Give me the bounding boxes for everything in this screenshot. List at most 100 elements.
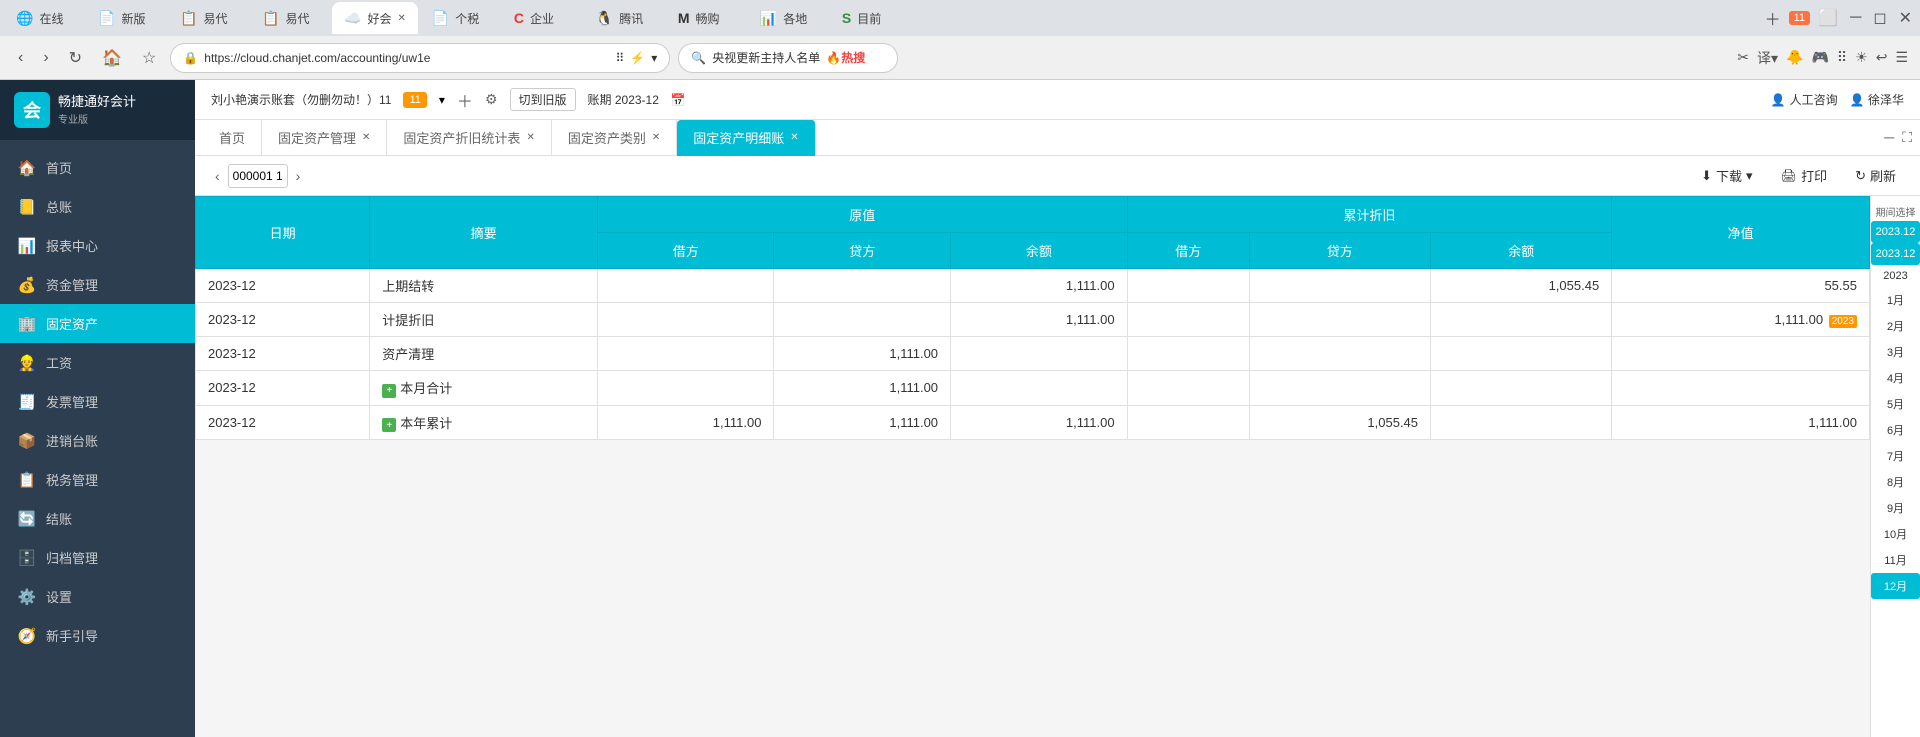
cell-accum-debit — [1127, 269, 1249, 303]
cell-orig-balance — [951, 371, 1128, 406]
bookmark-button[interactable]: ☆ — [136, 46, 162, 70]
forward-button[interactable]: › — [37, 47, 54, 69]
sidebar-item-closing[interactable]: 🔄 结账 — [0, 499, 195, 538]
apps-icon[interactable]: ⠿ — [1837, 49, 1847, 66]
browser-tab-tengxun[interactable]: 🐧 腾讯 — [584, 2, 664, 34]
table-row: 2023-12 计提折旧 1,111.00 1,111.00 2023 — [196, 303, 1870, 337]
reload-button[interactable]: ↻ — [63, 46, 88, 70]
search-bar[interactable]: 🔍 央视更新主持人名单 🔥热搜 — [678, 43, 898, 73]
page-number-input[interactable] — [228, 164, 288, 188]
sidebar-item-payroll[interactable]: 👷 工资 — [0, 343, 195, 382]
period-item-year[interactable]: 2023 — [1871, 265, 1920, 287]
browser-tab-gedi[interactable]: 📊 各地 — [748, 2, 828, 34]
browser-tab-yidai1[interactable]: 📋 易代 — [168, 2, 248, 34]
gamepad-icon[interactable]: 🎮 — [1811, 49, 1828, 66]
theme-icon[interactable]: ☀ — [1855, 49, 1868, 66]
print-button[interactable]: 🖨 打印 — [1773, 162, 1836, 189]
back-button[interactable]: ‹ — [12, 47, 29, 69]
period-item-8[interactable]: 8月 — [1871, 469, 1920, 495]
sidebar-item-home[interactable]: 🏠 首页 — [0, 148, 195, 187]
wallet-icon[interactable]: 🐥 — [1786, 49, 1803, 66]
period-item-9[interactable]: 9月 — [1871, 495, 1920, 521]
browser-tab-yidai2[interactable]: 📋 易代 — [250, 2, 330, 34]
period-item-5[interactable]: 5月 — [1871, 391, 1920, 417]
switch-version-button[interactable]: 切到旧版 — [510, 88, 576, 111]
calendar-icon[interactable]: 📅 — [671, 93, 686, 107]
settings-icon: ⚙️ — [18, 588, 36, 606]
maximize-window-button[interactable]: ◻ — [1869, 8, 1890, 28]
browser-tab-qiye[interactable]: C 企业 — [502, 2, 582, 34]
tab-close-asset-category[interactable]: ✕ — [652, 132, 660, 143]
logo-icon: 会 — [14, 92, 50, 128]
download-button[interactable]: ⬇ 下载 ▾ — [1693, 162, 1760, 189]
period-item-1[interactable]: 1月 — [1871, 287, 1920, 313]
browser-tab-new[interactable]: 📄 新版 — [86, 2, 166, 34]
sidebar-item-ledger[interactable]: 📒 总账 — [0, 187, 195, 226]
home-button[interactable]: 🏠 — [96, 46, 128, 70]
sidebar-item-archive[interactable]: 🗄️ 归档管理 — [0, 538, 195, 577]
tab-close-haohui[interactable]: ✕ — [397, 13, 405, 24]
sidebar-item-invoice[interactable]: 🧾 发票管理 — [0, 382, 195, 421]
user-avatar-button[interactable]: 👤 徐泽华 — [1850, 91, 1904, 108]
dropdown-icon[interactable]: ▾ — [439, 93, 445, 107]
restore-window-button[interactable]: ⬜ — [1814, 8, 1842, 28]
minimize-window-button[interactable]: ─ — [1846, 9, 1865, 27]
sidebar-item-guide[interactable]: 🧭 新手引导 — [0, 616, 195, 655]
cell-orig-debit — [597, 303, 774, 337]
browser-tab-geshui[interactable]: 📄 个税 — [420, 2, 500, 34]
next-page-button[interactable]: › — [292, 166, 305, 186]
period-item-selected1[interactable]: 2023.12 — [1871, 221, 1920, 243]
tab-depreciation-stats[interactable]: 固定资产折旧统计表 ✕ — [387, 120, 551, 156]
cell-net-value — [1612, 337, 1870, 371]
tab-asset-detail[interactable]: 固定资产明细账 ✕ — [677, 120, 815, 156]
sidebar-item-inventory[interactable]: 📦 进销台账 — [0, 421, 195, 460]
new-tab-button[interactable]: ＋ — [1761, 6, 1785, 30]
sidebar-item-tax[interactable]: 📋 税务管理 — [0, 460, 195, 499]
sidebar-item-funds[interactable]: 💰 资金管理 — [0, 265, 195, 304]
th-orig-debit: 借方 — [597, 233, 774, 269]
period-item-6[interactable]: 6月 — [1871, 417, 1920, 443]
add-account-button[interactable]: ＋ — [457, 88, 473, 112]
close-window-button[interactable]: ✕ — [1895, 8, 1916, 28]
th-accum-credit: 贷方 — [1249, 233, 1430, 269]
consultant-button[interactable]: 👤 人工咨询 — [1771, 91, 1838, 108]
period-item-4[interactable]: 4月 — [1871, 365, 1920, 391]
expand-tab-button[interactable]: ⛶ — [1902, 129, 1912, 146]
period-item-7[interactable]: 7月 — [1871, 443, 1920, 469]
tab-home[interactable]: 首页 — [203, 120, 262, 156]
tab-close-depreciation-stats[interactable]: ✕ — [526, 132, 534, 143]
scissors-icon[interactable]: ✂ — [1737, 49, 1749, 66]
undo-icon[interactable]: ↩ — [1876, 49, 1888, 66]
period-item-2[interactable]: 2月 — [1871, 313, 1920, 339]
tab-close-asset-detail[interactable]: ✕ — [790, 132, 798, 143]
cell-orig-balance: 1,111.00 — [951, 405, 1128, 440]
sidebar-item-fixed-assets[interactable]: 🏢 固定资产 — [0, 304, 195, 343]
account-settings-button[interactable]: ⚙ — [485, 91, 498, 108]
period-item-12[interactable]: 12月 — [1871, 573, 1920, 599]
cell-net-value: 1,111.00 — [1612, 405, 1870, 440]
refresh-button[interactable]: ↻ 刷新 — [1847, 162, 1904, 189]
notification-badge: 11 — [1789, 11, 1810, 25]
minimize-tab-button[interactable]: ─ — [1884, 129, 1894, 146]
cell-summary: +本月合计 — [370, 371, 598, 406]
browser-tab-online[interactable]: 🌐 在线 — [4, 2, 84, 34]
sidebar-item-settings[interactable]: ⚙️ 设置 — [0, 577, 195, 616]
search-text: 央视更新主持人名单 — [712, 49, 820, 66]
period-item-3[interactable]: 3月 — [1871, 339, 1920, 365]
archive-icon: 🗄️ — [18, 549, 36, 567]
tab-fixed-assets-mgmt[interactable]: 固定资产管理 ✕ — [262, 120, 387, 156]
tab-close-fixed-assets-mgmt[interactable]: ✕ — [362, 132, 370, 143]
period-item-selected2[interactable]: 2023.12 — [1871, 243, 1920, 265]
sidebar-item-reports[interactable]: 📊 报表中心 — [0, 226, 195, 265]
browser-tab-chang[interactable]: M 畅购 — [666, 2, 746, 34]
menu-icon[interactable]: ☰ — [1895, 49, 1908, 66]
period-item-10[interactable]: 10月 — [1871, 521, 1920, 547]
browser-tab-haohui[interactable]: ☁️ 好会 ✕ — [332, 2, 418, 34]
browser-tab-muqian[interactable]: S 目前 — [830, 2, 910, 34]
translate-icon[interactable]: 译▾ — [1757, 48, 1778, 68]
tab-asset-category[interactable]: 固定资产类别 ✕ — [552, 120, 677, 156]
prev-page-button[interactable]: ‹ — [211, 166, 224, 186]
period-item-11[interactable]: 11月 — [1871, 547, 1920, 573]
address-bar-input[interactable]: 🔒 https://cloud.chanjet.com/accounting/u… — [170, 43, 670, 73]
cell-summary: +本年累计 — [370, 405, 598, 440]
